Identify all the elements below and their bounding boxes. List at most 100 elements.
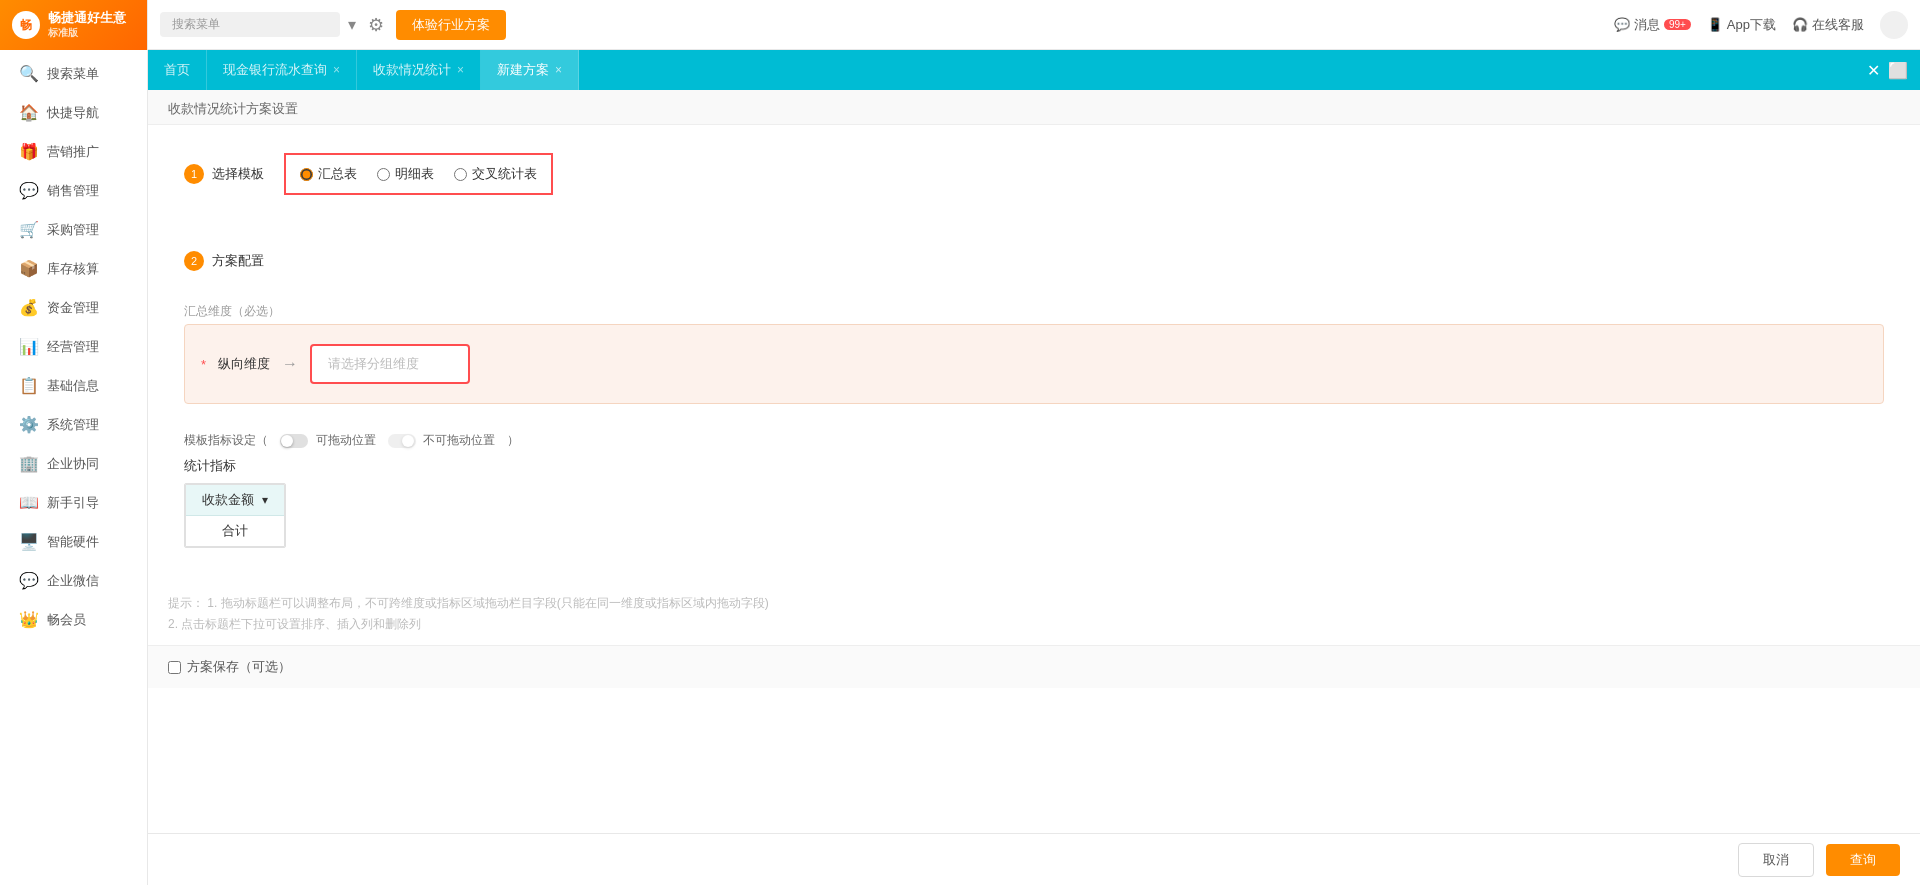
radio-detail-label: 明细表 [395, 165, 434, 183]
legend-close-paren: ） [507, 432, 519, 449]
radio-summary-input[interactable] [300, 168, 313, 181]
sidebar-label-purchase: 采购管理 [47, 221, 99, 239]
sidebar-label-search: 搜索菜单 [47, 65, 99, 83]
industry-btn[interactable]: 体验行业方案 [396, 10, 506, 40]
indicator-col-header-label: 收款金额 [202, 491, 254, 509]
sidebar-icon-newbie: 📖 [19, 493, 39, 512]
sidebar-icon-basic: 📋 [19, 376, 39, 395]
notification-badge: 99+ [1664, 19, 1691, 30]
support-icon: 🎧 [1792, 17, 1808, 32]
tab-expand-btn[interactable]: ⬜ [1888, 61, 1908, 80]
notification-item[interactable]: 💬 消息 99+ [1614, 16, 1691, 34]
arrow-right-icon: → [282, 355, 298, 373]
radio-summary-label: 汇总表 [318, 165, 357, 183]
vertical-dim-label: 纵向维度 [218, 355, 270, 373]
sidebar-icon-capital: 💰 [19, 298, 39, 317]
sidebar-label-operation: 经营管理 [47, 338, 99, 356]
tab-new-plan-close[interactable]: × [555, 63, 562, 77]
sidebar-item-quick-nav[interactable]: 🏠 快捷导航 [0, 93, 147, 132]
sidebar-label-newbie: 新手引导 [47, 494, 99, 512]
sidebar-icon-wechat: 💬 [19, 571, 39, 590]
sidebar-item-enterprise[interactable]: 🏢 企业协同 [0, 444, 147, 483]
indicator-col-body: 合计 [186, 516, 284, 546]
sidebar-item-newbie[interactable]: 📖 新手引导 [0, 483, 147, 522]
radio-cross[interactable]: 交叉统计表 [454, 165, 537, 183]
main-area: 搜索菜单 ▾ ⚙ 体验行业方案 💬 消息 99+ 📱 App下载 🎧 在线客服 [148, 0, 1920, 885]
support-item[interactable]: 🎧 在线客服 [1792, 16, 1864, 34]
radio-cross-input[interactable] [454, 168, 467, 181]
sidebar-item-sales[interactable]: 💬 销售管理 [0, 171, 147, 210]
radio-detail[interactable]: 明细表 [377, 165, 434, 183]
bottom-bar: 取消 查询 [148, 833, 1920, 885]
fixed-indicator: 不可拖动位置 [388, 432, 496, 449]
tab-receipt-stats-close[interactable]: × [457, 63, 464, 77]
radio-cross-label: 交叉统计表 [472, 165, 537, 183]
download-item[interactable]: 📱 App下载 [1707, 16, 1776, 34]
dimension-title: 汇总维度（必选） [184, 295, 1884, 324]
sidebar-label-inventory: 库存核算 [47, 260, 99, 278]
step2-row: 2 方案配置 [168, 239, 1900, 279]
sidebar-label-member: 畅会员 [47, 611, 86, 629]
header-dropdown-btn[interactable]: ▾ [348, 15, 356, 34]
sidebar-item-marketing[interactable]: 🎁 营销推广 [0, 132, 147, 171]
step1-label: 选择模板 [212, 165, 264, 183]
header-right: 💬 消息 99+ 📱 App下载 🎧 在线客服 [1614, 11, 1908, 39]
sidebar-label-wechat: 企业微信 [47, 572, 99, 590]
dim-select-box[interactable]: 请选择分组维度 [310, 344, 470, 384]
tab-home-label: 首页 [164, 61, 190, 79]
save-checkbox[interactable] [168, 661, 181, 674]
query-button[interactable]: 查询 [1826, 844, 1900, 876]
sidebar-icon-inventory: 📦 [19, 259, 39, 278]
sidebar-item-capital[interactable]: 💰 资金管理 [0, 288, 147, 327]
sidebar-icon-marketing: 🎁 [19, 142, 39, 161]
template-options-outline: 汇总表 明细表 交叉统计表 [284, 153, 553, 195]
indicator-table-wrapper: 收款金额 ▾ 合计 [184, 483, 286, 548]
movable-indicator: 可拖动位置 [280, 432, 376, 449]
sidebar-icon-quick-nav: 🏠 [19, 103, 39, 122]
sidebar-item-wechat[interactable]: 💬 企业微信 [0, 561, 147, 600]
indicator-table-section: 统计指标 收款金额 ▾ 合计 [168, 457, 1900, 563]
sidebar-label-system: 系统管理 [47, 416, 99, 434]
config-inner: 汇总维度（必选） * 纵向维度 → 请选择分组维度 [168, 295, 1900, 563]
tab-cashflow-close[interactable]: × [333, 63, 340, 77]
radio-detail-input[interactable] [377, 168, 390, 181]
sidebar-icon-member: 👑 [19, 610, 39, 629]
download-label: App下载 [1727, 16, 1776, 34]
radio-summary[interactable]: 汇总表 [300, 165, 357, 183]
dim-select-placeholder: 请选择分组维度 [328, 355, 419, 373]
sidebar-item-member[interactable]: 👑 畅会员 [0, 600, 147, 639]
download-icon: 📱 [1707, 17, 1723, 32]
sidebar-item-search[interactable]: 🔍 搜索菜单 [0, 54, 147, 93]
tab-cashflow[interactable]: 现金银行流水查询 × [207, 50, 357, 90]
sidebar-item-purchase[interactable]: 🛒 采购管理 [0, 210, 147, 249]
tab-receipt-stats[interactable]: 收款情况统计 × [357, 50, 481, 90]
sidebar-label-capital: 资金管理 [47, 299, 99, 317]
indicator-legend: 模板指标设定（ 可拖动位置 不可拖动位置 [168, 432, 1900, 457]
sidebar-item-operation[interactable]: 📊 经营管理 [0, 327, 147, 366]
sidebar-icon-enterprise: 🏢 [19, 454, 39, 473]
logo-badge: 标准版 [48, 26, 126, 40]
sidebar-item-system[interactable]: ⚙️ 系统管理 [0, 405, 147, 444]
tip-line-1: 提示： 1. 拖动标题栏可以调整布局，不可跨维度或指标区域拖动栏目字段(只能在同… [168, 595, 1900, 612]
breadcrumb-input: 搜索菜单 [160, 12, 340, 37]
content-area: 收款情况统计方案设置 1 选择模板 汇总表 [148, 90, 1920, 833]
cancel-button[interactable]: 取消 [1738, 843, 1814, 877]
sidebar: 畅 畅捷通好生意 标准版 🔍 搜索菜单 🏠 快捷导航 🎁 营销推广 💬 销售管理… [0, 0, 148, 885]
sidebar-item-inventory[interactable]: 📦 库存核算 [0, 249, 147, 288]
tab-close-btn[interactable]: ✕ [1867, 61, 1880, 80]
dimension-zone: * 纵向维度 → 请选择分组维度 [184, 324, 1884, 404]
chevron-down-icon: ▾ [262, 493, 268, 507]
user-avatar [1880, 11, 1908, 39]
sidebar-item-basic[interactable]: 📋 基础信息 [0, 366, 147, 405]
tab-home[interactable]: 首页 [148, 50, 207, 90]
tab-new-plan[interactable]: 新建方案 × [481, 50, 579, 90]
tab-bar-actions: ✕ ⬜ [1855, 50, 1920, 90]
fixed-label: 不可拖动位置 [423, 433, 495, 447]
notification-label: 消息 [1634, 16, 1660, 34]
step2-label: 方案配置 [212, 252, 264, 270]
save-checkbox-label[interactable]: 方案保存（可选） [168, 658, 291, 676]
header-gear-btn[interactable]: ⚙ [364, 10, 388, 40]
indicator-col-header[interactable]: 收款金额 ▾ [186, 485, 284, 516]
indicator-legend-text: 模板指标设定（ [184, 432, 268, 449]
sidebar-item-hardware[interactable]: 🖥️ 智能硬件 [0, 522, 147, 561]
